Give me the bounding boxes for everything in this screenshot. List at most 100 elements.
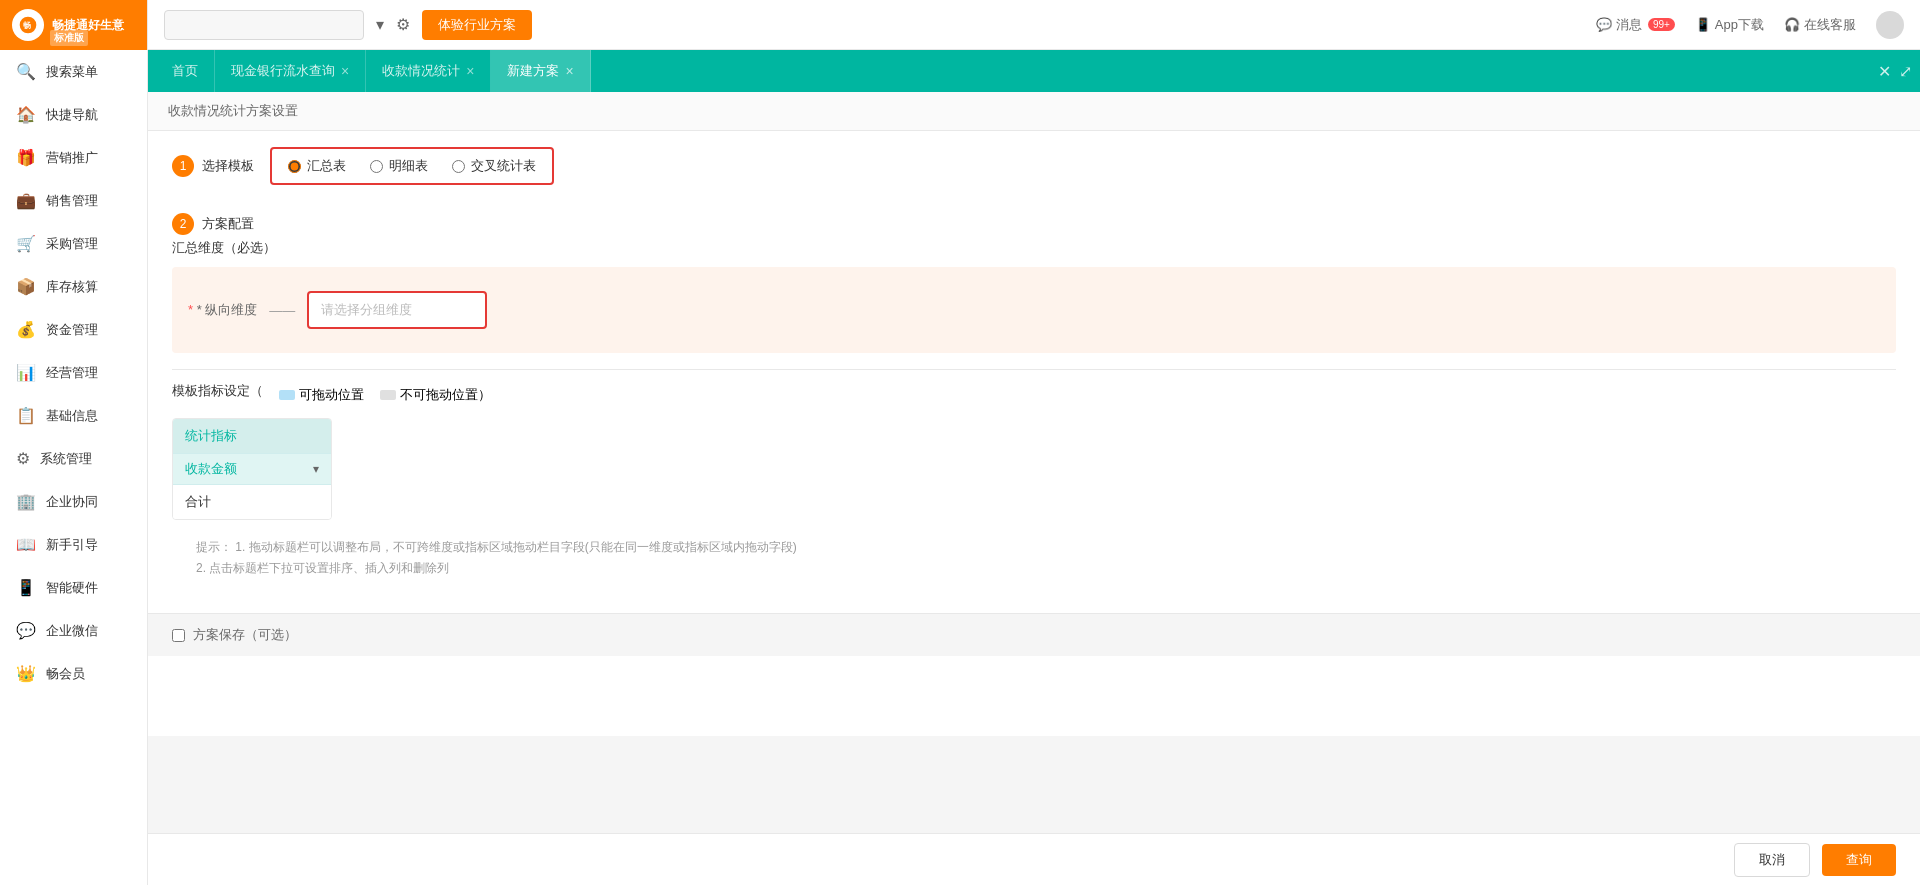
metrics-total-label: 合计 [185, 494, 211, 509]
dimension-selector[interactable]: 请选择分组维度 [307, 291, 487, 329]
tip-2: 2. 点击标题栏下拉可设置排序、插入列和删除列 [196, 560, 1872, 577]
tab-bank-flow-close[interactable]: × [341, 63, 349, 79]
download-button[interactable]: 📱 App下载 [1695, 16, 1764, 34]
metrics-legend-row: 模板指标设定（ 可拖动位置 不可拖动位置） [172, 382, 1896, 408]
page-footer: 方案保存（可选） [148, 613, 1920, 656]
settings-button[interactable]: ⚙ [396, 15, 410, 34]
sidebar-item-marketing[interactable]: 🎁 营销推广 [0, 136, 147, 179]
legend-draggable: 可拖动位置 [279, 386, 364, 404]
sidebar-logo: 畅 畅捷通好生意 标准版 [0, 0, 147, 50]
sidebar-item-finance[interactable]: 💰 资金管理 [0, 308, 147, 351]
save-plan-checkbox[interactable] [172, 629, 185, 642]
step2-row: 2 方案配置 [148, 201, 1920, 239]
metrics-header-col[interactable]: 收款金额 ▾ [173, 454, 331, 485]
tab-new-plan-label: 新建方案 [507, 62, 559, 80]
service-button[interactable]: 🎧 在线客服 [1784, 16, 1856, 34]
maximize-window-icon[interactable]: ⤢ [1899, 62, 1912, 81]
tab-new-plan-close[interactable]: × [565, 63, 573, 79]
metrics-section: 模板指标设定（ 可拖动位置 不可拖动位置） 统计指标 [172, 369, 1896, 523]
radio-cross[interactable]: 交叉统计表 [452, 157, 536, 175]
metrics-col-label: 收款金额 [185, 460, 237, 478]
avatar[interactable] [1876, 11, 1904, 39]
sidebar: 畅 畅捷通好生意 标准版 🔍 搜索菜单 🏠 快捷导航 🎁 营销推广 💼 销售管理… [0, 0, 148, 885]
chevron-down-icon: ▾ [313, 462, 319, 476]
sidebar-item-inventory[interactable]: 📦 库存核算 [0, 265, 147, 308]
bottom-action-bar: 取消 查询 [148, 833, 1920, 885]
svg-text:畅: 畅 [23, 21, 31, 30]
radio-detail-input[interactable] [370, 160, 383, 173]
tab-new-plan[interactable]: 新建方案 × [491, 50, 590, 92]
sidebar-item-starter-guide[interactable]: 📖 新手引导 [0, 523, 147, 566]
vertical-label: * * 纵向维度 [188, 301, 257, 319]
cart-icon: 🛒 [16, 234, 36, 253]
header-left: ▾ ⚙ 体验行业方案 [164, 10, 532, 40]
sidebar-item-basic-info[interactable]: 📋 基础信息 [0, 394, 147, 437]
config-section: 汇总维度（必选） * * 纵向维度 —— 请选择分组维度 [148, 239, 1920, 613]
dimension-placeholder: 请选择分组维度 [321, 302, 412, 317]
radio-cross-label[interactable]: 交叉统计表 [471, 157, 536, 175]
search-icon: 🔍 [16, 62, 36, 81]
cancel-button[interactable]: 取消 [1734, 843, 1810, 877]
sidebar-item-member[interactable]: 👑 畅会员 [0, 652, 147, 695]
query-button[interactable]: 查询 [1822, 844, 1896, 876]
radio-cross-input[interactable] [452, 160, 465, 173]
sidebar-nav: 🔍 搜索菜单 🏠 快捷导航 🎁 营销推广 💼 销售管理 🛒 采购管理 📦 库存核… [0, 50, 147, 885]
metrics-row-total: 合计 [173, 485, 331, 519]
book-icon: 📖 [16, 535, 36, 554]
sidebar-item-smart-hardware[interactable]: 📱 智能硬件 [0, 566, 147, 609]
radio-summary-label[interactable]: 汇总表 [307, 157, 346, 175]
dropdown-button[interactable]: ▾ [376, 15, 384, 34]
tab-bank-flow-label: 现金银行流水查询 [231, 62, 335, 80]
metrics-title: 模板指标设定（ [172, 382, 263, 400]
metrics-group-label: 统计指标 [185, 427, 237, 445]
search-input[interactable] [164, 10, 364, 40]
phone-icon: 📱 [16, 578, 36, 597]
building-icon: 🏢 [16, 492, 36, 511]
dimension-title: 汇总维度（必选） [172, 239, 1896, 257]
sidebar-item-quick-nav[interactable]: 🏠 快捷导航 [0, 93, 147, 136]
sidebar-label-system: 系统管理 [40, 450, 92, 468]
sidebar-label-starter-guide: 新手引导 [46, 536, 98, 554]
radio-summary[interactable]: 汇总表 [288, 157, 346, 175]
sidebar-label-sales: 销售管理 [46, 192, 98, 210]
window-buttons: ✕ ⤢ [1878, 62, 1912, 81]
sidebar-label-marketing: 营销推广 [46, 149, 98, 167]
message-button[interactable]: 💬 消息 99+ [1596, 16, 1675, 34]
metrics-table: 统计指标 收款金额 ▾ 合计 [172, 418, 332, 520]
main-area: ▾ ⚙ 体验行业方案 💬 消息 99+ 📱 App下载 🎧 在线客服 首页 [148, 0, 1920, 885]
sidebar-item-enterprise-wechat[interactable]: 💬 企业微信 [0, 609, 147, 652]
sidebar-label-finance: 资金管理 [46, 321, 98, 339]
sidebar-item-sales[interactable]: 💼 销售管理 [0, 179, 147, 222]
gift-icon: 🎁 [16, 148, 36, 167]
sidebar-item-purchase[interactable]: 🛒 采购管理 [0, 222, 147, 265]
tab-collection-stats-close[interactable]: × [466, 63, 474, 79]
radio-detail-label[interactable]: 明细表 [389, 157, 428, 175]
top-header: ▾ ⚙ 体验行业方案 💬 消息 99+ 📱 App下载 🎧 在线客服 [148, 0, 1920, 50]
close-window-icon[interactable]: ✕ [1878, 62, 1891, 81]
sidebar-item-enterprise-collab[interactable]: 🏢 企业协同 [0, 480, 147, 523]
tab-home[interactable]: 首页 [156, 50, 215, 92]
sidebar-item-operations[interactable]: 📊 经营管理 [0, 351, 147, 394]
tab-collection-stats[interactable]: 收款情况统计 × [366, 50, 491, 92]
clipboard-icon: 📋 [16, 406, 36, 425]
sidebar-label-enterprise-collab: 企业协同 [46, 493, 98, 511]
version-tag: 标准版 [50, 30, 88, 46]
tips-section: 提示： 1. 拖动标题栏可以调整布局，不可跨维度或指标区域拖动栏目字段(只能在同… [172, 523, 1896, 597]
sidebar-item-search[interactable]: 🔍 搜索菜单 [0, 50, 147, 93]
step1-row: 1 选择模板 汇总表 明细表 交叉统计表 [148, 131, 1920, 201]
required-mark: * [188, 302, 193, 317]
sidebar-label-member: 畅会员 [46, 665, 85, 683]
radio-detail[interactable]: 明细表 [370, 157, 428, 175]
industry-button[interactable]: 体验行业方案 [422, 10, 532, 40]
metrics-header-group: 统计指标 [173, 419, 331, 454]
sidebar-item-system[interactable]: ⚙ 系统管理 [0, 437, 147, 480]
legend-draggable-label: 可拖动位置 [299, 386, 364, 404]
step2-label: 方案配置 [202, 215, 254, 233]
sidebar-label-purchase: 采购管理 [46, 235, 98, 253]
tab-bank-flow[interactable]: 现金银行流水查询 × [215, 50, 366, 92]
legend-fixed-label: 不可拖动位置） [400, 386, 491, 404]
radio-summary-input[interactable] [288, 160, 301, 173]
save-plan-label[interactable]: 方案保存（可选） [193, 626, 297, 644]
message-icon: 💬 [1596, 17, 1612, 32]
tab-bar: 首页 现金银行流水查询 × 收款情况统计 × 新建方案 × ✕ ⤢ [148, 50, 1920, 92]
